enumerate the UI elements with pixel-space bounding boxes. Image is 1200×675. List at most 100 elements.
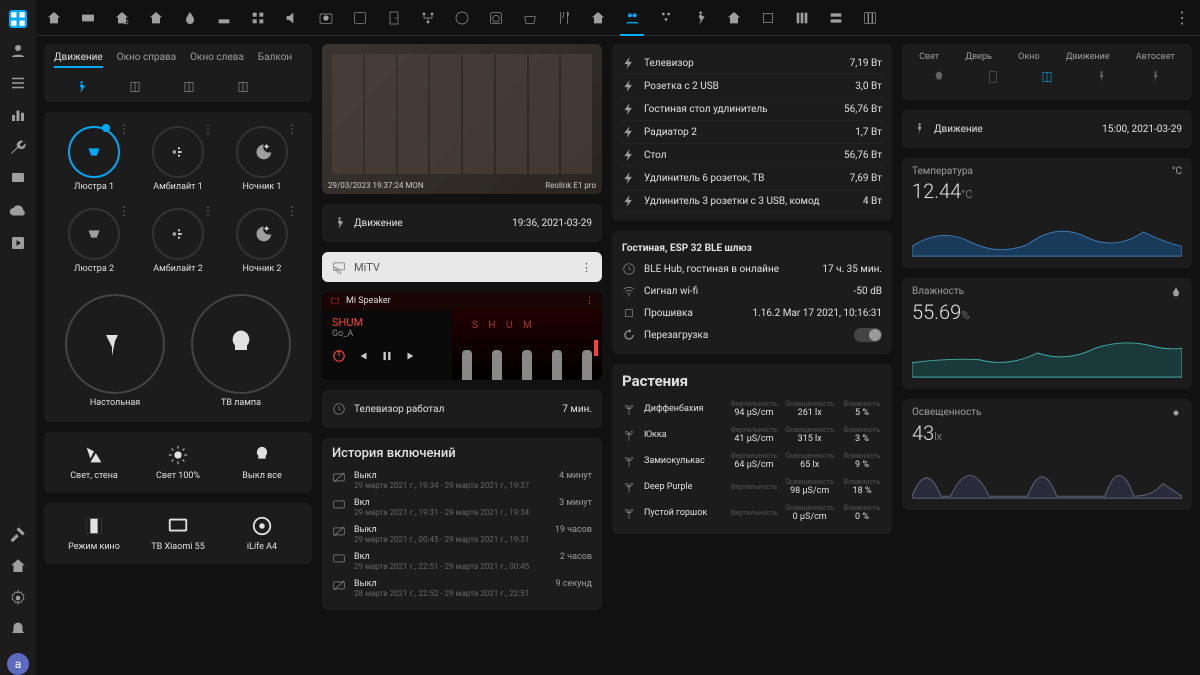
sensor-tab[interactable]: Движение [1066,52,1110,62]
tab-balcony[interactable]: Балкон [258,52,292,68]
scene-all-off[interactable]: Выкл все [222,440,302,485]
nav-branch-icon[interactable] [420,10,436,26]
power-row[interactable]: Розетка с 2 USB3,0 Вт [622,75,882,98]
bulb-icon[interactable] [932,70,946,84]
power-row[interactable]: Удлинитель 3 розетки с 3 USB, комод4 Вт [622,190,882,213]
light-menu-icon[interactable]: ⋮ [118,122,130,136]
rail-list-icon[interactable] [9,74,27,92]
nav-people-active-icon[interactable] [624,10,640,26]
sensor-tab[interactable]: Дверь [965,52,992,62]
temperature-card[interactable]: Температура°C 12.44°C [902,158,1192,268]
power-icon[interactable] [332,349,346,363]
rail-gear-icon[interactable] [9,589,27,607]
nav-utensils-icon[interactable] [556,10,572,26]
player-menu-icon[interactable]: ⋮ [585,296,594,306]
rail-device-icon[interactable] [9,170,27,188]
light-3[interactable]: ⋮Люстра 2 [54,202,134,280]
rail-home-icon[interactable] [9,557,27,575]
nav-overflow-icon[interactable]: ⋮ [1174,8,1190,27]
power-name: Розетка с 2 USB [644,81,719,92]
nav-camera-icon[interactable] [318,10,334,26]
light-menu-icon[interactable]: ⋮ [202,204,214,218]
rail-people-icon[interactable] [9,42,27,60]
power-row[interactable]: Радиатор 21,7 Вт [622,121,882,144]
nav-walk-icon[interactable] [692,10,708,26]
light-card[interactable]: Освещенность 43lx [902,399,1192,510]
light-menu-icon[interactable]: ⋮ [118,204,130,218]
scene-ilife[interactable]: iLife A4 [222,511,302,556]
scene-cinema[interactable]: Режим кино [54,511,134,556]
robot-vacuum-icon [251,515,273,537]
nav-panel-icon[interactable] [352,10,368,26]
rail-hammer-icon[interactable] [9,525,27,543]
sensor-tab[interactable]: Свет [919,52,939,62]
light-menu-icon[interactable]: ⋮ [202,122,214,136]
rail-play-icon[interactable] [9,234,27,252]
power-row[interactable]: Удлинитель 6 розеток, ТВ7,69 Вт [622,167,882,190]
light-4[interactable]: ⋮Амбилайт 2 [138,202,218,280]
nav-water-icon[interactable] [182,10,198,26]
walk-icon[interactable] [1148,70,1162,84]
reboot-toggle[interactable] [854,328,882,342]
camera-feed[interactable]: 29/03/2023 19:37:24 MON Reolink E1 pro [322,44,602,194]
plant-row[interactable]: Deep PurpleФертильностьОсвещенность98 µS… [622,474,882,500]
nav-washer-icon[interactable] [488,10,504,26]
nav-door-icon[interactable] [386,10,402,26]
sensor-tab[interactable]: Автосвет [1136,52,1175,62]
mitv-card[interactable]: MiTV ⋮ [322,252,602,282]
power-row[interactable]: Гостиная стол удлинитель56,76 Вт [622,98,882,121]
pause-icon[interactable] [380,349,394,363]
nav-panel2-icon[interactable] [760,10,776,26]
nav-home4-icon[interactable] [726,10,742,26]
scene-tv-xiaomi[interactable]: ТВ Xiaomi 55 [138,511,218,556]
nav-search-home-icon[interactable] [114,10,130,26]
light-5[interactable]: ⋮Ночник 2 [222,202,302,280]
plant-row[interactable]: ЗамиокулькасФертильность64 µS/cmОсвещенн… [622,448,882,474]
plant-row[interactable]: ЮккаФертильность41 µS/cmОсвещенность315 … [622,422,882,448]
sensor-tab[interactable]: Окно [1018,52,1039,62]
rail-cloud-icon[interactable] [9,202,27,220]
light-menu-icon[interactable]: ⋮ [286,122,298,136]
nav-palette-icon[interactable] [454,10,470,26]
light-desk[interactable]: Настольная [54,288,176,414]
humidity-card[interactable]: Влажность 55.69% [902,278,1192,389]
plant-row[interactable]: ДиффенбахияФертильность94 µS/cmОсвещенно… [622,396,882,422]
nav-family-icon[interactable] [658,10,674,26]
nav-books-icon[interactable] [794,10,810,26]
nav-grid-icon[interactable] [250,10,266,26]
door-icon[interactable] [986,70,1000,84]
light-0[interactable]: ⋮Люстра 1 [54,120,134,198]
user-avatar[interactable]: a [7,653,29,675]
next-icon[interactable] [404,349,418,363]
light-menu-icon[interactable]: ⋮ [286,204,298,218]
light-tv-lamp[interactable]: ТВ лампа [180,288,302,414]
nav-speaker-icon[interactable] [284,10,300,26]
gateway-row[interactable]: Перезагрузка [622,324,882,346]
prev-icon[interactable] [356,349,370,363]
light-1[interactable]: ⋮Амбилайт 1 [138,120,218,198]
nav-basket-icon[interactable] [522,10,538,26]
nav-home-icon[interactable] [46,10,62,26]
power-row[interactable]: Стол56,76 Вт [622,144,882,167]
nav-home2-icon[interactable] [148,10,164,26]
window-icon[interactable] [1040,70,1054,84]
rail-bell-icon[interactable] [9,621,27,639]
light-2[interactable]: ⋮Ночник 1 [222,120,302,198]
nav-keyboard-icon[interactable] [80,10,96,26]
rail-dashboard-icon[interactable] [9,10,27,28]
nav-home3-icon[interactable] [590,10,606,26]
tab-window-right[interactable]: Окно справа [117,52,176,68]
mitv-menu-icon[interactable]: ⋮ [581,261,592,274]
nav-columns-icon[interactable] [862,10,878,26]
rail-wrench-icon[interactable] [9,138,27,156]
power-row[interactable]: Телевизор7,19 Вт [622,52,882,75]
scene-light-100[interactable]: Свет 100% [138,440,218,485]
tab-motion[interactable]: Движение [54,52,103,68]
plant-row[interactable]: Пустой горшокФертильностьОсвещенность0 µ… [622,500,882,526]
nav-server-icon[interactable] [828,10,844,26]
walk-icon[interactable] [1094,70,1108,84]
nav-router-icon[interactable] [216,10,232,26]
tab-window-left[interactable]: Окно слева [190,52,244,68]
scene-wall-light[interactable]: Свет, стена [54,440,134,485]
rail-chart-icon[interactable] [9,106,27,124]
